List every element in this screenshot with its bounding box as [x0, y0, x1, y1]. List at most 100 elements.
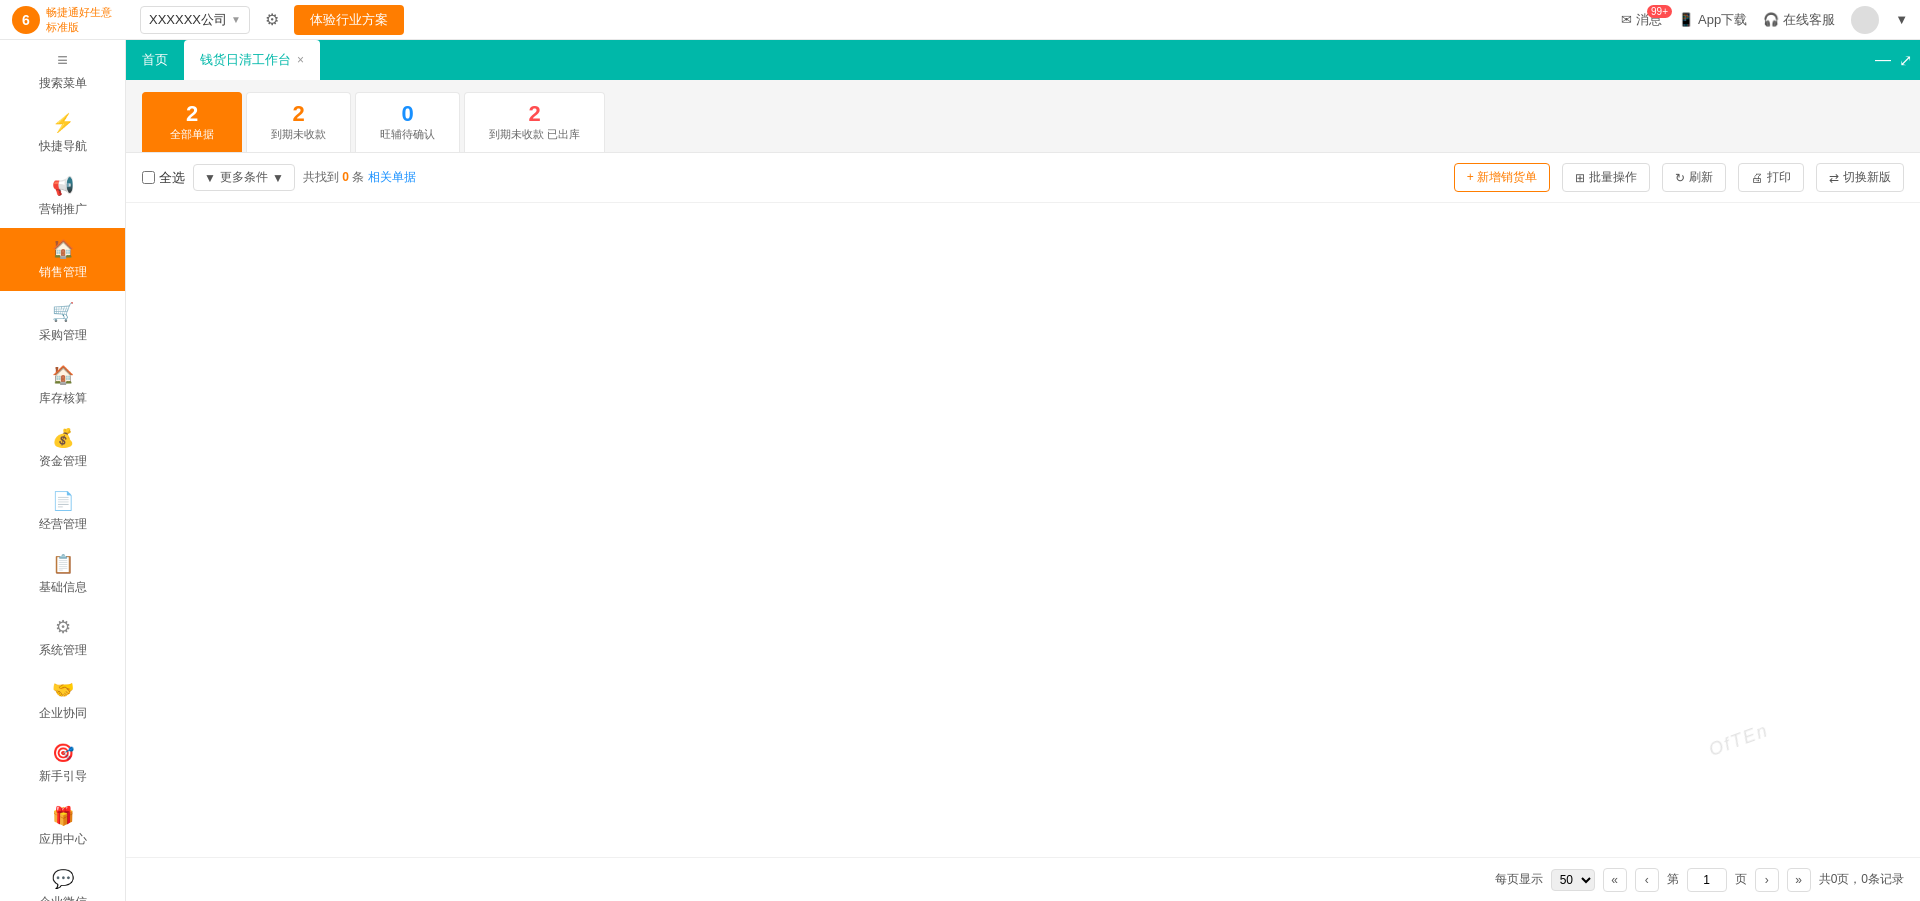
- stat-all-num: 2: [186, 101, 198, 127]
- online-service-icon: 🎧: [1763, 12, 1779, 27]
- inventory-icon: 🏠: [52, 364, 74, 386]
- purchase-icon: 🛒: [52, 301, 74, 323]
- print-icon: 🖨: [1751, 171, 1763, 185]
- enterprise-icon: 🤝: [52, 679, 74, 701]
- sidebar-item-basic-info[interactable]: 📋 基础信息: [0, 543, 125, 606]
- app-download-button[interactable]: 📱 App下载: [1678, 11, 1747, 29]
- guide-icon: 🎯: [52, 742, 74, 764]
- sidebar-item-sales-label: 销售管理: [39, 264, 87, 281]
- sidebar-item-operations-label: 经营管理: [39, 516, 87, 533]
- tab-bar: 首页 钱货日清工作台 × — ⤢: [126, 40, 1920, 80]
- refresh-label: 刷新: [1689, 169, 1713, 186]
- sidebar-item-operations[interactable]: 📄 经营管理: [0, 480, 125, 543]
- tab-home[interactable]: 首页: [126, 40, 184, 80]
- filter-chevron-icon: ▼: [272, 171, 284, 185]
- sidebar-item-enterprise-label: 企业协同: [39, 705, 87, 722]
- tab-daily-clear-label: 钱货日清工作台: [200, 51, 291, 69]
- main-layout: ≡ 搜索菜单 ⚡ 快捷导航 📢 营销推广 🏠 销售管理 🛒 采购管理 🏠 库存核…: [0, 40, 1920, 901]
- page-number-input[interactable]: [1687, 868, 1727, 892]
- filter-icon: ▼: [204, 171, 216, 185]
- operations-icon: 📄: [52, 490, 74, 512]
- stat-wang-num: 0: [401, 101, 413, 127]
- sidebar-item-app-center[interactable]: 🎁 应用中心: [0, 795, 125, 858]
- sidebar-item-finance[interactable]: 💰 资金管理: [0, 417, 125, 480]
- company-selector[interactable]: XXXXXX公司 ▼: [140, 6, 250, 34]
- logo-icon: 6: [12, 6, 40, 34]
- batch-label: 批量操作: [1589, 169, 1637, 186]
- select-all-input[interactable]: [142, 171, 155, 184]
- user-menu[interactable]: ▼: [1895, 12, 1908, 27]
- marketing-icon: 📢: [52, 175, 74, 197]
- app-download-icon: 📱: [1678, 12, 1694, 27]
- tab-maximize-icon[interactable]: ⤢: [1899, 51, 1912, 70]
- sidebar-item-finance-label: 资金管理: [39, 453, 87, 470]
- experience-button[interactable]: 体验行业方案: [294, 5, 404, 35]
- related-link[interactable]: 相关单据: [368, 170, 416, 184]
- sidebar-item-guide[interactable]: 🎯 新手引导: [0, 732, 125, 795]
- tab-minimize-icon[interactable]: —: [1875, 51, 1891, 69]
- settings-button[interactable]: ⚙: [258, 6, 286, 34]
- first-page-button[interactable]: «: [1603, 868, 1627, 892]
- sidebar-item-system-label: 系统管理: [39, 642, 87, 659]
- toolbar-left: 全选 ▼ 更多条件 ▼ 共找到 0 条 相关单据: [142, 164, 1446, 191]
- sidebar-item-quick-nav[interactable]: ⚡ 快捷导航: [0, 102, 125, 165]
- sidebar-item-purchase-label: 采购管理: [39, 327, 87, 344]
- user-chevron-icon: ▼: [1895, 12, 1908, 27]
- sidebar-item-marketing-label: 营销推广: [39, 201, 87, 218]
- sales-icon: 🏠: [52, 238, 74, 260]
- message-button[interactable]: ✉ 消息 99+: [1621, 11, 1662, 29]
- top-bar-right: ✉ 消息 99+ 📱 App下载 🎧 在线客服 ▼: [1621, 6, 1908, 34]
- stat-overdue-label: 到期未收款: [271, 127, 326, 142]
- prev-page-button[interactable]: ‹: [1635, 868, 1659, 892]
- logo-line1: 畅捷通好生意: [46, 5, 112, 19]
- finance-icon: 💰: [52, 427, 74, 449]
- stat-tab-overdue[interactable]: 2 到期未收款: [246, 92, 351, 152]
- sidebar-item-purchase[interactable]: 🛒 采购管理: [0, 291, 125, 354]
- next-page-button[interactable]: ›: [1755, 868, 1779, 892]
- switch-version-button[interactable]: ⇄ 切换新版: [1816, 163, 1904, 192]
- app-download-label: App下载: [1698, 11, 1747, 29]
- sidebar-item-inventory[interactable]: 🏠 库存核算: [0, 354, 125, 417]
- count-num: 0: [342, 170, 349, 184]
- stat-tab-all[interactable]: 2 全部单据: [142, 92, 242, 152]
- count-unit: 条: [352, 170, 364, 184]
- table-area: [126, 203, 1920, 857]
- sidebar-item-system[interactable]: ⚙ 系统管理: [0, 606, 125, 669]
- wechat-icon: 💬: [52, 868, 74, 890]
- print-button[interactable]: 🖨 打印: [1738, 163, 1804, 192]
- stat-tab-shipped[interactable]: 2 到期未收款 已出库: [464, 92, 605, 152]
- sidebar-item-marketing[interactable]: 📢 营销推广: [0, 165, 125, 228]
- sidebar-item-inventory-label: 库存核算: [39, 390, 87, 407]
- sidebar-item-sales[interactable]: 🏠 销售管理: [0, 228, 125, 291]
- stat-wang-label: 旺辅待确认: [380, 127, 435, 142]
- last-page-button[interactable]: »: [1787, 868, 1811, 892]
- sidebar-item-quick-nav-label: 快捷导航: [39, 138, 87, 155]
- message-icon: ✉: [1621, 12, 1632, 27]
- add-sales-order-button[interactable]: + 新增销货单: [1454, 163, 1550, 192]
- sidebar-item-search[interactable]: ≡ 搜索菜单: [0, 40, 125, 102]
- total-count-text: 共0页，0条记录: [1819, 871, 1904, 888]
- system-icon: ⚙: [55, 616, 71, 638]
- refresh-button[interactable]: ↻ 刷新: [1662, 163, 1726, 192]
- tab-daily-clear[interactable]: 钱货日清工作台 ×: [184, 40, 320, 80]
- content-area: 首页 钱货日清工作台 × — ⤢ 2 全部单据 2 到期未收款: [126, 40, 1920, 901]
- quick-nav-icon: ⚡: [52, 112, 74, 134]
- batch-icon: ⊞: [1575, 171, 1585, 185]
- tab-close-icon[interactable]: ×: [297, 53, 304, 67]
- stats-tabs: 2 全部单据 2 到期未收款 0 旺辅待确认 2 到期未收款 已出库: [126, 80, 1920, 153]
- page-end-label: 页: [1735, 871, 1747, 888]
- sidebar-item-enterprise[interactable]: 🤝 企业协同: [0, 669, 125, 732]
- online-service-button[interactable]: 🎧 在线客服: [1763, 11, 1835, 29]
- avatar[interactable]: [1851, 6, 1879, 34]
- stat-tab-wang[interactable]: 0 旺辅待确认: [355, 92, 460, 152]
- sidebar-item-guide-label: 新手引导: [39, 768, 87, 785]
- per-page-select[interactable]: 50: [1551, 869, 1595, 891]
- filter-label: 更多条件: [220, 169, 268, 186]
- filter-button[interactable]: ▼ 更多条件 ▼: [193, 164, 295, 191]
- logo-area: 6 畅捷通好生意 标准版: [12, 5, 132, 34]
- select-all-checkbox[interactable]: 全选: [142, 169, 185, 187]
- sidebar-item-wechat[interactable]: 💬 企业微信: [0, 858, 125, 901]
- batch-operation-button[interactable]: ⊞ 批量操作: [1562, 163, 1650, 192]
- sidebar: ≡ 搜索菜单 ⚡ 快捷导航 📢 营销推广 🏠 销售管理 🛒 采购管理 🏠 库存核…: [0, 40, 126, 901]
- print-label: 打印: [1767, 169, 1791, 186]
